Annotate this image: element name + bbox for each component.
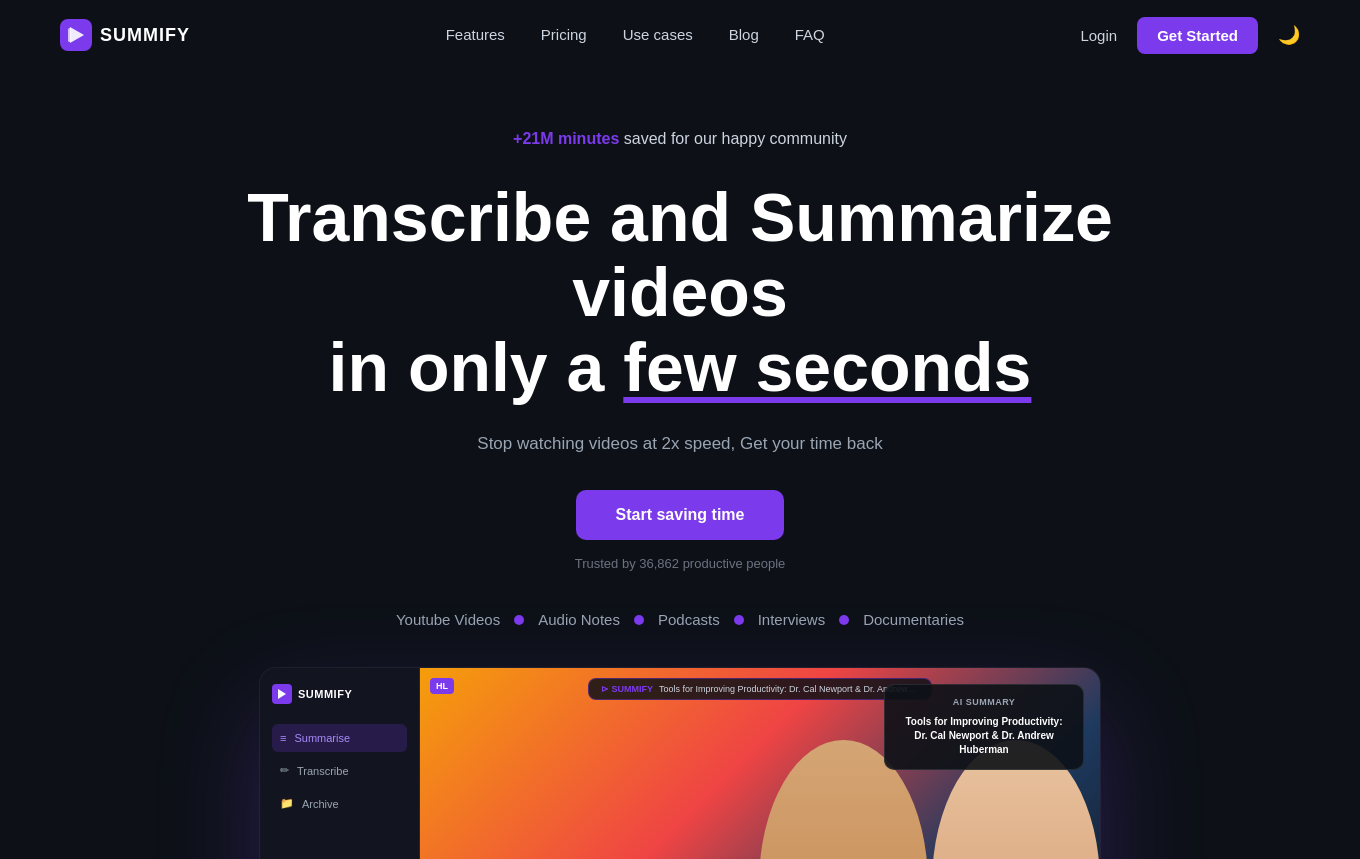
nav-item-use-cases[interactable]: Use cases — [623, 26, 693, 43]
demo-overlay-panel: AI SUMMARY Tools for Improving Productiv… — [884, 684, 1084, 770]
demo-sidebar: SUMMIFY ≡ Summarise ✏ Transcribe 📁 Archi… — [260, 668, 420, 859]
content-type-youtube: Youtube Videos — [396, 611, 500, 628]
nav-actions: Login Get Started 🌙 — [1080, 17, 1300, 54]
hero-title-line2-plain: in only a — [329, 329, 624, 405]
dark-mode-toggle[interactable]: 🌙 — [1278, 24, 1300, 46]
nav-item-faq[interactable]: FAQ — [795, 26, 825, 43]
hero-title: Transcribe and Summarize videos in only … — [230, 180, 1130, 404]
svg-rect-2 — [68, 28, 71, 42]
demo-sidebar-logo-icon — [272, 684, 292, 704]
content-type-podcasts: Podcasts — [658, 611, 720, 628]
demo-sidebar-logo-text: SUMMIFY — [298, 688, 352, 700]
moon-icon: 🌙 — [1278, 24, 1300, 46]
content-type-audio: Audio Notes — [538, 611, 620, 628]
get-started-button[interactable]: Get Started — [1137, 17, 1258, 54]
hero-title-line1: Transcribe and Summarize videos — [247, 179, 1112, 330]
demo-video-title-bar: Tools for Improving Productivity: Dr. Ca… — [659, 684, 919, 694]
navbar: SUMMIFY Features Pricing Use cases Blog … — [0, 0, 1360, 70]
hero-section: +21M minutes saved for our happy communi… — [0, 70, 1360, 859]
hero-subtitle: Stop watching videos at 2x speed, Get yo… — [477, 434, 882, 454]
content-type-documentaries: Documentaries — [863, 611, 964, 628]
summarise-icon: ≡ — [280, 732, 286, 744]
content-types: Youtube Videos Audio Notes Podcasts Inte… — [396, 611, 964, 628]
demo-logo-svg — [276, 688, 288, 700]
dot-1 — [514, 615, 524, 625]
demo-summify-brand: ⊳ SUMMIFY — [601, 684, 653, 694]
demo-sidebar-transcribe[interactable]: ✏ Transcribe — [272, 756, 407, 785]
logo-text: SUMMIFY — [100, 25, 190, 46]
hero-badge-highlight: +21M minutes — [513, 130, 619, 147]
demo-inner: SUMMIFY ≡ Summarise ✏ Transcribe 📁 Archi… — [260, 668, 1100, 859]
demo-sidebar-summarise[interactable]: ≡ Summarise — [272, 724, 407, 752]
login-button[interactable]: Login — [1080, 27, 1117, 44]
demo-panel-header: AI SUMMARY — [899, 697, 1069, 707]
hl-badge: HL — [430, 678, 454, 694]
archive-icon: 📁 — [280, 797, 294, 810]
start-saving-button[interactable]: Start saving time — [576, 490, 785, 540]
demo-content: ⊳ SUMMIFY Tools for Improving Productivi… — [420, 668, 1100, 859]
logo-icon — [60, 19, 92, 51]
nav-item-features[interactable]: Features — [446, 26, 505, 43]
demo-wrapper: SUMMIFY ≡ Summarise ✏ Transcribe 📁 Archi… — [260, 668, 1100, 859]
demo-sidebar-archive[interactable]: 📁 Archive — [272, 789, 407, 818]
hero-badge: +21M minutes saved for our happy communi… — [513, 130, 847, 148]
hero-title-line2-underline: few seconds — [623, 329, 1031, 405]
content-type-interviews: Interviews — [758, 611, 826, 628]
trusted-text: Trusted by 36,862 productive people — [575, 556, 786, 571]
dot-4 — [839, 615, 849, 625]
demo-sidebar-logo: SUMMIFY — [272, 684, 407, 704]
transcribe-icon: ✏ — [280, 764, 289, 777]
dot-2 — [634, 615, 644, 625]
dot-3 — [734, 615, 744, 625]
logo-link[interactable]: SUMMIFY — [60, 19, 190, 51]
demo-summify-bar: ⊳ SUMMIFY Tools for Improving Productivi… — [588, 678, 932, 700]
svg-marker-3 — [278, 689, 286, 699]
nav-item-blog[interactable]: Blog — [729, 26, 759, 43]
hero-badge-rest: saved for our happy community — [619, 130, 847, 147]
nav-item-pricing[interactable]: Pricing — [541, 26, 587, 43]
demo-panel-title: Tools for Improving Productivity: Dr. Ca… — [899, 715, 1069, 757]
nav-links: Features Pricing Use cases Blog FAQ — [446, 26, 825, 44]
